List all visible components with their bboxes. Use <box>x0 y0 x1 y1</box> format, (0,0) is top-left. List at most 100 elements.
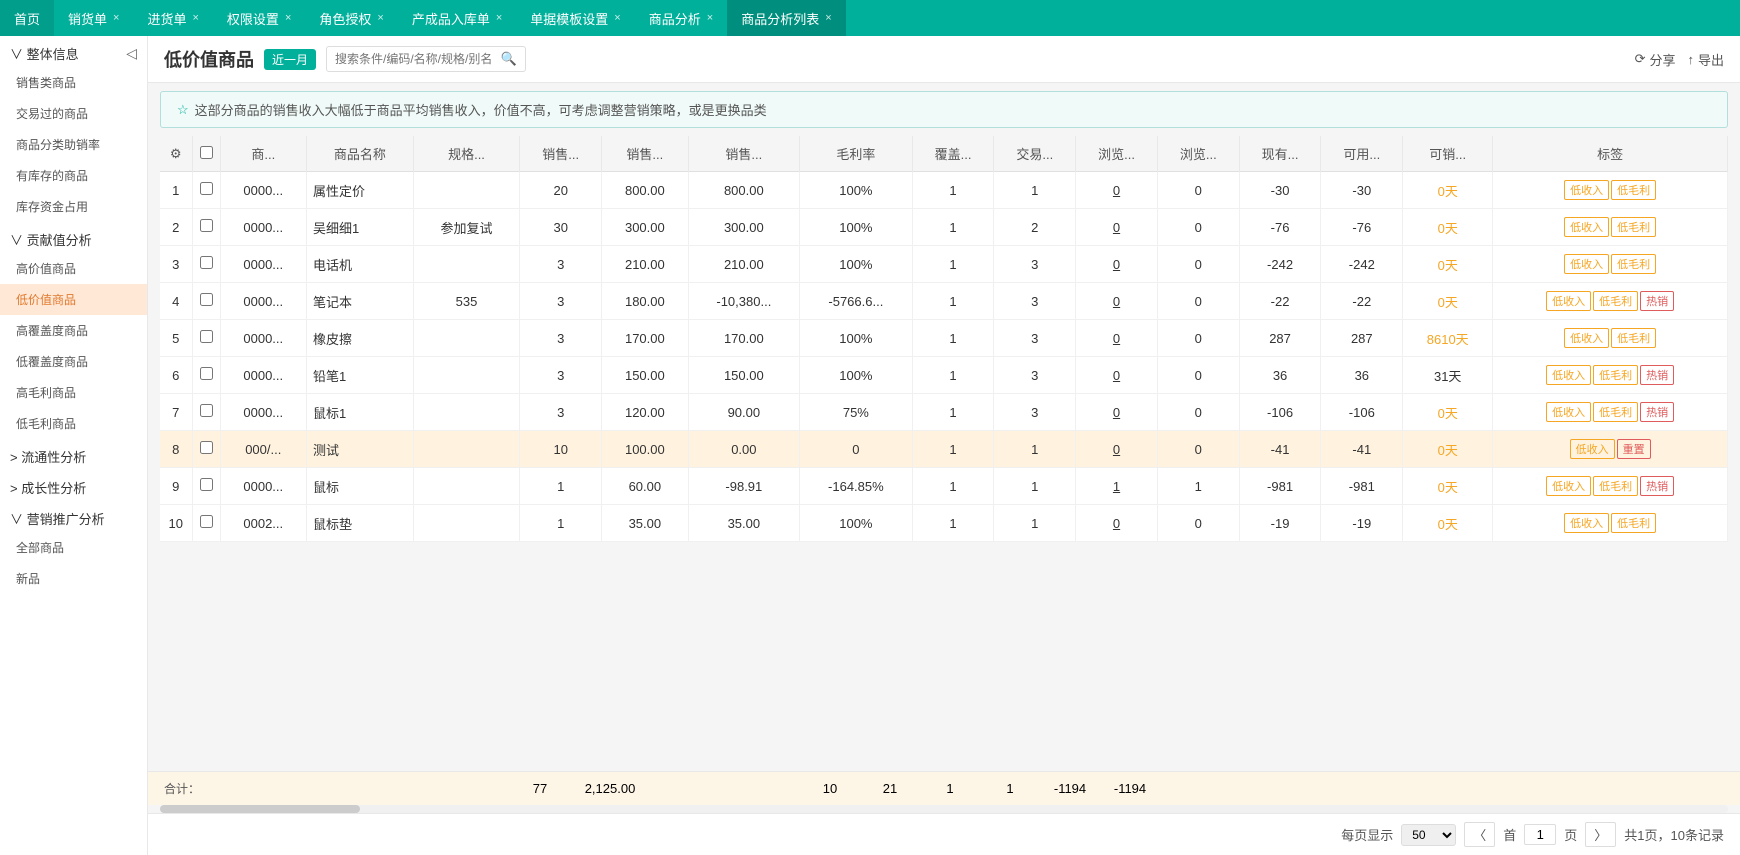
nav-permission[interactable]: 权限设置 × <box>213 0 305 36</box>
scrollbar-thumb[interactable] <box>160 805 360 813</box>
sidebar-item-high-coverage[interactable]: 高覆盖度商品 <box>0 315 147 346</box>
search-input[interactable] <box>335 52 495 66</box>
close-icon[interactable]: × <box>113 12 119 24</box>
share-button[interactable]: ⟳ 分享 <box>1635 50 1676 69</box>
search-icon[interactable]: 🔍 <box>501 51 517 67</box>
th-settings[interactable]: ⚙ <box>160 136 192 172</box>
view-link[interactable]: 0 <box>1113 405 1120 420</box>
view-link[interactable]: 0 <box>1113 257 1120 272</box>
settings-icon[interactable]: ⚙ <box>170 146 182 161</box>
close-icon[interactable]: × <box>496 12 502 24</box>
row-checkbox-cell[interactable] <box>192 505 220 542</box>
view-link[interactable]: 0 <box>1113 516 1120 531</box>
row-view1[interactable]: 0 <box>1076 246 1158 283</box>
sidebar-item-all-goods[interactable]: 全部商品 <box>0 532 147 563</box>
row-checkbox[interactable] <box>200 478 213 491</box>
th-stock2[interactable]: 可用... <box>1321 136 1403 172</box>
sidebar-section-circulation[interactable]: > 流通性分析 <box>0 439 147 470</box>
export-button[interactable]: ↑ 导出 <box>1687 50 1724 69</box>
row-view1[interactable]: 0 <box>1076 283 1158 320</box>
first-page-button[interactable]: 〈 <box>1464 822 1495 847</box>
sidebar-item-low-margin[interactable]: 低毛利商品 <box>0 408 147 439</box>
row-view1[interactable]: 0 <box>1076 320 1158 357</box>
sidebar-item-category-rate[interactable]: 商品分类助销率 <box>0 129 147 160</box>
row-checkbox-cell[interactable] <box>192 394 220 431</box>
th-coverage[interactable]: 覆盖... <box>912 136 994 172</box>
nav-product-analysis[interactable]: 商品分析 × <box>635 0 727 36</box>
th-sales1[interactable]: 销售... <box>602 136 689 172</box>
th-name[interactable]: 商品名称 <box>307 136 414 172</box>
filter-tag[interactable]: 近一月 <box>264 49 316 70</box>
view-link[interactable]: 0 <box>1113 368 1120 383</box>
view-link[interactable]: 0 <box>1113 183 1120 198</box>
nav-home[interactable]: 首页 <box>0 0 54 36</box>
close-icon[interactable]: × <box>614 12 620 24</box>
th-profit[interactable]: 毛利率 <box>800 136 913 172</box>
collapse-icon[interactable]: ◁ <box>126 45 137 62</box>
sidebar-item-stock-fund[interactable]: 库存资金占用 <box>0 191 147 222</box>
row-checkbox[interactable] <box>200 330 213 343</box>
th-stock1[interactable]: 现有... <box>1239 136 1321 172</box>
row-view1[interactable]: 0 <box>1076 209 1158 246</box>
th-sales2[interactable]: 销售... <box>688 136 799 172</box>
row-checkbox-cell[interactable] <box>192 172 220 209</box>
row-checkbox[interactable] <box>200 293 213 306</box>
row-view1[interactable]: 0 <box>1076 431 1158 468</box>
close-icon[interactable]: × <box>285 12 291 24</box>
th-tags[interactable]: 标签 <box>1493 136 1728 172</box>
nav-template[interactable]: 单据模板设置 × <box>516 0 634 36</box>
th-view1[interactable]: 浏览... <box>1076 136 1158 172</box>
sidebar-item-stock-goods[interactable]: 有库存的商品 <box>0 160 147 191</box>
nav-product-analysis-list[interactable]: 商品分析列表 × <box>727 0 845 36</box>
close-icon[interactable]: × <box>377 12 383 24</box>
row-view1[interactable]: 0 <box>1076 172 1158 209</box>
current-page-input[interactable] <box>1524 824 1556 845</box>
close-icon[interactable]: × <box>825 12 831 24</box>
next-page-button[interactable]: 〉 <box>1585 822 1616 847</box>
sidebar-section-growth[interactable]: > 成长性分析 <box>0 470 147 501</box>
view-link[interactable]: 0 <box>1113 442 1120 457</box>
th-spec[interactable]: 规格... <box>413 136 520 172</box>
row-checkbox-cell[interactable] <box>192 283 220 320</box>
nav-purchase-order[interactable]: 进货单 × <box>133 0 212 36</box>
row-view1[interactable]: 1 <box>1076 468 1158 505</box>
close-icon[interactable]: × <box>192 12 198 24</box>
horizontal-scrollbar[interactable] <box>160 805 1728 813</box>
view-link[interactable]: 0 <box>1113 294 1120 309</box>
nav-sales-order[interactable]: 销货单 × <box>54 0 133 36</box>
th-code[interactable]: 商... <box>220 136 307 172</box>
row-checkbox[interactable] <box>200 404 213 417</box>
view-link[interactable]: 1 <box>1113 479 1120 494</box>
nav-product-stock[interactable]: 产成品入库单 × <box>398 0 516 36</box>
row-checkbox-cell[interactable] <box>192 209 220 246</box>
nav-role-auth[interactable]: 角色授权 × <box>305 0 397 36</box>
row-checkbox[interactable] <box>200 219 213 232</box>
row-checkbox[interactable] <box>200 256 213 269</box>
row-checkbox-cell[interactable] <box>192 246 220 283</box>
row-checkbox[interactable] <box>200 515 213 528</box>
th-trade[interactable]: 交易... <box>994 136 1076 172</box>
row-view1[interactable]: 0 <box>1076 394 1158 431</box>
sidebar-item-sales-goods[interactable]: 销售类商品 <box>0 67 147 98</box>
sidebar-item-high-margin[interactable]: 高毛利商品 <box>0 377 147 408</box>
th-stock3[interactable]: 可销... <box>1403 136 1493 172</box>
row-checkbox[interactable] <box>200 441 213 454</box>
sidebar-item-new-goods[interactable]: 新品 <box>0 563 147 594</box>
th-view2[interactable]: 浏览... <box>1157 136 1239 172</box>
sidebar-item-low-coverage[interactable]: 低覆盖度商品 <box>0 346 147 377</box>
sidebar-section-contribution[interactable]: ∨ 贡献值分析 <box>0 222 147 253</box>
sidebar-section-marketing[interactable]: ∨ 营销推广分析 <box>0 501 147 532</box>
view-link[interactable]: 0 <box>1113 331 1120 346</box>
select-all-checkbox[interactable] <box>200 146 213 159</box>
row-checkbox-cell[interactable] <box>192 320 220 357</box>
row-checkbox-cell[interactable] <box>192 431 220 468</box>
row-checkbox-cell[interactable] <box>192 357 220 394</box>
close-icon[interactable]: × <box>707 12 713 24</box>
view-link[interactable]: 0 <box>1113 220 1120 235</box>
row-view1[interactable]: 0 <box>1076 357 1158 394</box>
row-checkbox-cell[interactable] <box>192 468 220 505</box>
sidebar-item-low-value[interactable]: 低价值商品 <box>0 284 147 315</box>
sidebar-item-traded-goods[interactable]: 交易过的商品 <box>0 98 147 129</box>
per-page-select[interactable]: 50 20 100 <box>1401 824 1456 846</box>
row-view1[interactable]: 0 <box>1076 505 1158 542</box>
